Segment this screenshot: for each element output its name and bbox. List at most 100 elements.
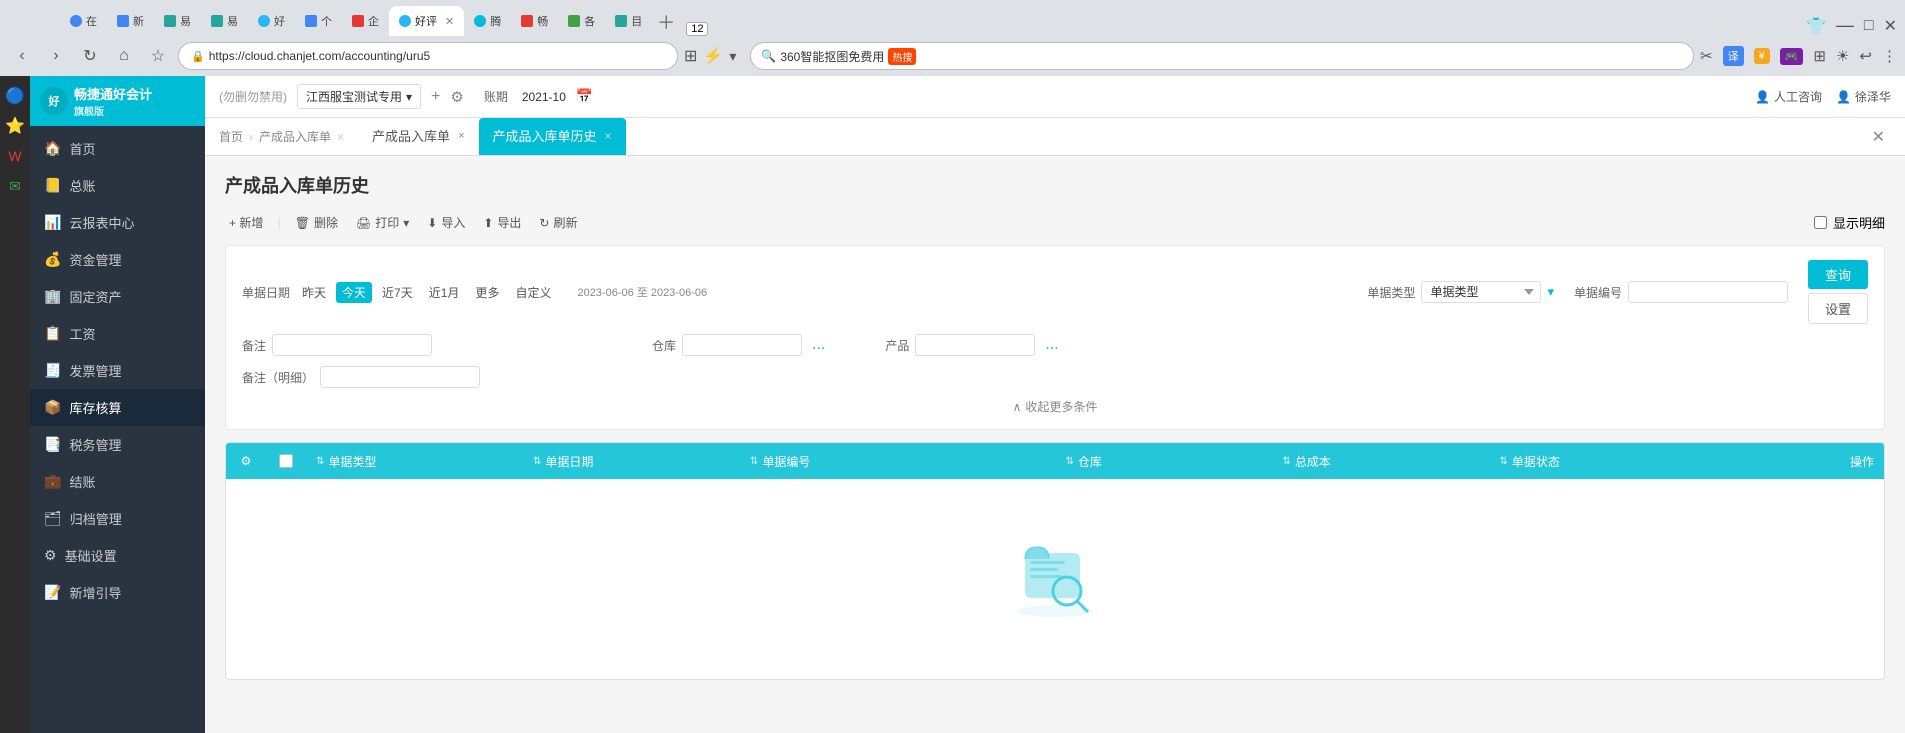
game-icon[interactable]: 🎮 — [1780, 48, 1804, 65]
sidebar-item-report-center[interactable]: 📊 云报表中心 — [30, 204, 205, 241]
tab-4[interactable]: 易 — [201, 6, 248, 36]
sidebar-item-settlement[interactable]: 💼 结账 — [30, 463, 205, 500]
sidebar-item-general-ledger[interactable]: 📒 总账 — [30, 167, 205, 204]
page-tab-history[interactable]: 产成品入库单历史 × — [479, 118, 626, 155]
doc-no-input[interactable] — [1628, 281, 1788, 303]
close-area-button[interactable]: ✕ — [1866, 127, 1891, 147]
delete-button[interactable]: 🗑 删除 — [291, 212, 342, 233]
apps-icon[interactable]: ⊞ — [1813, 47, 1826, 65]
th-checkbox[interactable] — [266, 454, 306, 468]
minimize-button[interactable]: — — [1836, 15, 1854, 36]
refresh-button[interactable]: ↻ 刷新 — [535, 212, 581, 233]
export-button[interactable]: ⬆ 导出 — [479, 212, 525, 233]
remark-detail-label: 备注（明细） — [242, 369, 314, 386]
select-all-checkbox[interactable] — [279, 454, 293, 468]
company-selector[interactable]: 江西服宝测试专用 ▾ — [297, 84, 421, 109]
grid-icon[interactable]: ⊞ — [684, 46, 697, 66]
brightness-icon[interactable]: ☀ — [1836, 47, 1849, 65]
sidebar-item-fund-management[interactable]: 💰 资金管理 — [30, 241, 205, 278]
date-btn-yesterday[interactable]: 昨天 — [296, 282, 332, 303]
th-doc-date[interactable]: ⇅ 单据日期 — [523, 445, 740, 478]
add-button[interactable]: + 新增 — [225, 212, 267, 233]
refresh-button[interactable]: ↻ — [76, 42, 104, 70]
warehouse-input[interactable] — [682, 334, 802, 356]
close-button[interactable]: ✕ — [1884, 16, 1897, 36]
calendar-icon[interactable]: 📅 — [576, 88, 593, 105]
tab-7[interactable]: 企 — [342, 6, 389, 36]
doc-type-select[interactable]: 单据类型 — [1421, 281, 1541, 303]
tab-11[interactable]: 各 — [558, 6, 605, 36]
tab-8-active[interactable]: 好评 ✕ — [389, 6, 464, 36]
add-company-button[interactable]: + — [431, 88, 440, 106]
icon-sidebar-weibo[interactable]: W — [3, 144, 27, 168]
th-warehouse[interactable]: ⇅ 仓库 — [1055, 445, 1272, 478]
sidebar-item-inventory[interactable]: 📦 库存核算 — [30, 389, 205, 426]
sidebar-item-tax[interactable]: 📑 税务管理 — [30, 426, 205, 463]
icon-sidebar-star[interactable]: ⭐ — [3, 114, 27, 138]
forward-button[interactable]: › — [42, 42, 70, 70]
sidebar-item-home[interactable]: 🏠 首页 — [30, 130, 205, 167]
more-icon[interactable]: ⋮ — [1882, 47, 1897, 65]
dropdown-icon[interactable]: ▾ — [729, 48, 736, 65]
th-doc-status[interactable]: ⇅ 单据状态 — [1489, 445, 1706, 478]
th-doc-type[interactable]: ⇅ 单据类型 — [306, 445, 523, 478]
address-input[interactable]: 🔒 https://cloud.chanjet.com/accounting/u… — [178, 42, 678, 70]
company-settings-icon[interactable]: ⚙ — [450, 88, 463, 106]
sidebar-item-invoice[interactable]: 🧾 发票管理 — [30, 352, 205, 389]
icon-sidebar-app[interactable]: 🔵 — [3, 84, 27, 108]
icon-sidebar-mail[interactable]: ✉ — [3, 174, 27, 198]
currency-icon[interactable]: ¥ — [1754, 48, 1770, 64]
date-btn-7days[interactable]: 近7天 — [376, 282, 419, 303]
tab-close-8[interactable]: ✕ — [445, 15, 454, 28]
display-detail-checkbox[interactable] — [1814, 216, 1827, 229]
th-settings[interactable]: ⚙ — [226, 454, 266, 468]
page-tab-history-close[interactable]: × — [605, 129, 612, 143]
undo-icon[interactable]: ↩ — [1859, 47, 1872, 65]
breadcrumb-home[interactable]: 首页 — [219, 128, 243, 145]
tab-9[interactable]: 腾 — [464, 6, 511, 36]
customer-service-button[interactable]: 👤 人工咨询 — [1755, 88, 1822, 105]
tab-2[interactable]: 新 — [107, 6, 154, 36]
filter-settings-button[interactable]: 设置 — [1808, 293, 1868, 324]
tab-10[interactable]: 畅 — [511, 6, 558, 36]
th-total-cost[interactable]: ⇅ 总成本 — [1272, 445, 1489, 478]
date-btn-today[interactable]: 今天 — [336, 282, 372, 303]
filter-buttons: 查询 设置 — [1808, 260, 1868, 324]
maximize-button[interactable]: □ — [1864, 17, 1874, 35]
date-btn-1month[interactable]: 近1月 — [423, 282, 466, 303]
tab-6[interactable]: 个 — [295, 6, 342, 36]
remark-detail-input[interactable] — [320, 366, 480, 388]
product-input[interactable] — [915, 334, 1035, 356]
warehouse-dots[interactable]: ... — [812, 336, 825, 354]
sidebar-item-basic-settings[interactable]: ⚙ 基础设置 — [30, 537, 205, 574]
user-info-button[interactable]: 👤 徐泽华 — [1836, 88, 1891, 105]
import-button[interactable]: ⬇ 导入 — [423, 212, 469, 233]
home-button[interactable]: ⌂ — [110, 42, 138, 70]
tab-12[interactable]: 目 — [605, 6, 652, 36]
tab-5[interactable]: 好 — [248, 6, 295, 36]
sidebar-item-fixed-assets[interactable]: 🏢 固定资产 — [30, 278, 205, 315]
product-dots[interactable]: ... — [1045, 336, 1058, 354]
tab-1[interactable]: 在 — [60, 6, 107, 36]
new-tab-button[interactable]: ＋ — [652, 8, 680, 36]
date-btn-more[interactable]: 更多 — [469, 282, 505, 303]
sidebar-item-payroll[interactable]: 📋 工资 — [30, 315, 205, 352]
th-doc-no[interactable]: ⇅ 单据编号 — [740, 445, 1055, 478]
tab-3[interactable]: 易 — [154, 6, 201, 36]
page-tab-list[interactable]: 产成品入库单 × — [358, 118, 478, 155]
translate-icon[interactable]: 译 — [1723, 46, 1744, 66]
print-button[interactable]: 🖨 打印 ▾ — [352, 212, 413, 233]
breadcrumb-parent[interactable]: 产成品入库单 — [259, 128, 331, 145]
remark-input[interactable] — [272, 334, 432, 356]
bookmark-button[interactable]: ☆ — [144, 42, 172, 70]
date-btn-custom[interactable]: 自定义 — [509, 282, 557, 303]
search-bar[interactable]: 🔍 360智能抠图免费用 热搜 — [750, 42, 1694, 70]
lightning-icon[interactable]: ⚡ — [703, 46, 723, 66]
page-tab-list-close[interactable]: × — [458, 130, 464, 142]
query-button[interactable]: 查询 — [1808, 260, 1868, 289]
back-button[interactable]: ‹ — [8, 42, 36, 70]
scissors-icon[interactable]: ✂ — [1700, 47, 1713, 65]
sidebar-item-archive[interactable]: 🗂 归档管理 — [30, 500, 205, 537]
collapse-button[interactable]: ∧ 收起更多条件 — [1013, 398, 1098, 415]
sidebar-item-new-bill[interactable]: 📝 新增引导 — [30, 574, 205, 611]
